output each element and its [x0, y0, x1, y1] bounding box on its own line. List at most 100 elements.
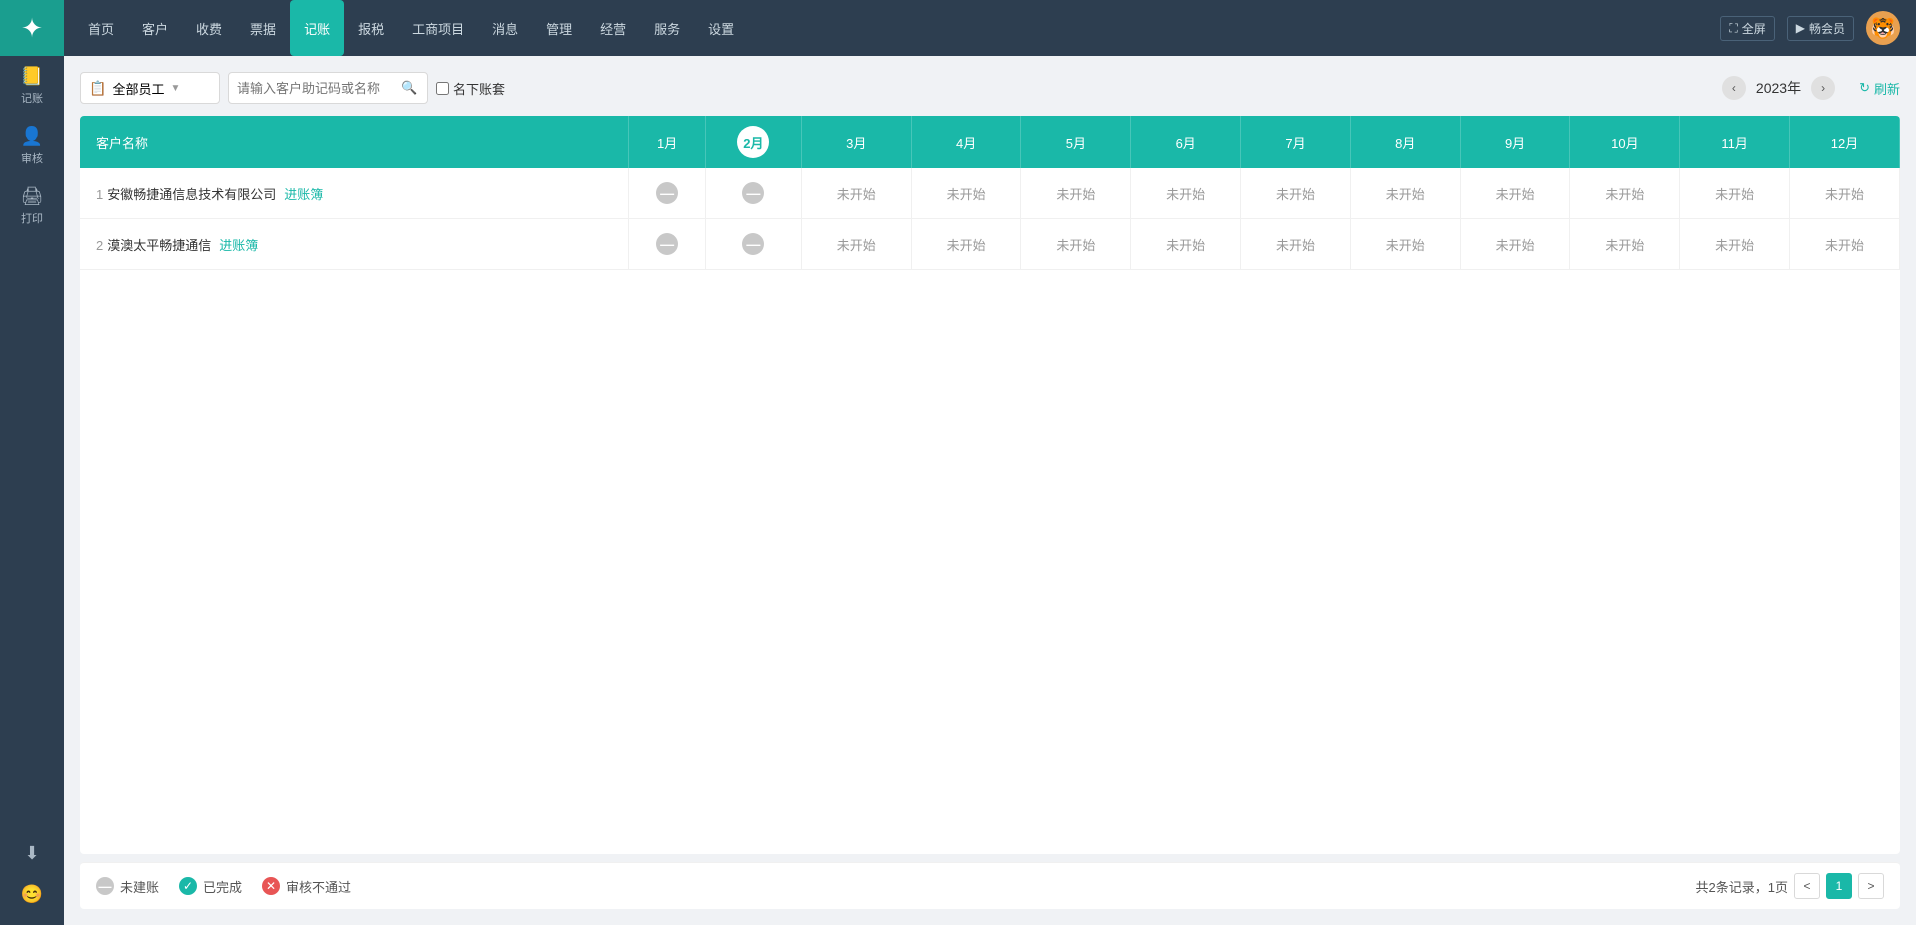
nav-tax[interactable]: 报税	[344, 0, 398, 56]
client-name: 安徽畅捷通信息技术有限公司	[107, 187, 276, 202]
status-not-started: 未开始	[1605, 187, 1644, 202]
topnav-right: ⛶ 全屏 ▶ 畅会员 🐯	[1720, 11, 1916, 45]
search-input[interactable]	[237, 81, 397, 96]
month-cell-3: 未开始	[801, 219, 911, 270]
month-cell-3: 未开始	[801, 168, 911, 219]
refresh-icon: ↻	[1859, 80, 1870, 96]
month-cell-7: 未开始	[1241, 219, 1351, 270]
month-cell-6: 未开始	[1131, 219, 1241, 270]
nav-manage[interactable]: 管理	[532, 0, 586, 56]
table-body: 1安徽畅捷通信息技术有限公司进账簿——未开始未开始未开始未开始未开始未开始未开始…	[80, 168, 1900, 270]
header-month-7: 7月	[1241, 116, 1351, 168]
not-started-icon: —	[96, 877, 114, 895]
status-not-started: 未开始	[1496, 238, 1535, 253]
client-number: 1	[96, 187, 103, 202]
month-cell-11: 未开始	[1680, 168, 1790, 219]
accounts-table: 客户名称 1月 2月 3月 4月 5月 6月 7月 8月 9月 10月 11月	[80, 116, 1900, 270]
month-cell-8: 未开始	[1350, 219, 1460, 270]
checkbox-my-accounts[interactable]: 名下账套	[436, 79, 505, 98]
enter-ledger-link[interactable]: 进账簿	[219, 238, 258, 253]
table-row: 1安徽畅捷通信息技术有限公司进账簿——未开始未开始未开始未开始未开始未开始未开始…	[80, 168, 1900, 219]
sidebar-item-bookkeeping[interactable]: 📒 记账	[0, 56, 64, 116]
next-year-button[interactable]: ›	[1811, 76, 1835, 100]
status-not-started: 未开始	[1276, 187, 1315, 202]
download-icon: ⬇	[24, 843, 39, 864]
sidebar-item-audit[interactable]: 👤 审核	[0, 116, 64, 176]
legend-rejected: ✕ 审核不通过	[262, 877, 351, 896]
month-cell-1: —	[629, 168, 705, 219]
pagination-info: 共2条记录，1页	[1696, 877, 1788, 896]
status-not-started: 未开始	[947, 187, 986, 202]
month-cell-10: 未开始	[1570, 168, 1680, 219]
legend-not-started: — 未建账	[96, 877, 159, 896]
month-cell-2: —	[705, 168, 801, 219]
search-icon[interactable]: 🔍	[401, 80, 417, 96]
prev-page-button[interactable]: <	[1794, 873, 1820, 899]
month-cell-8: 未开始	[1350, 168, 1460, 219]
client-name-cell: 2 漠澳太平畅捷通信进账簿	[80, 219, 629, 270]
nav-invoice[interactable]: 票据	[236, 0, 290, 56]
month-cell-11: 未开始	[1680, 219, 1790, 270]
bookkeeping-icon: 📒	[21, 66, 43, 87]
sidebar-item-download[interactable]: ⬇	[0, 833, 64, 874]
print-icon: 🖨	[21, 186, 44, 207]
sidebar-item-user[interactable]: 😊	[0, 874, 64, 915]
header-month-11: 11月	[1680, 116, 1790, 168]
month-cell-12: 未开始	[1790, 219, 1900, 270]
month-cell-4: 未开始	[911, 219, 1021, 270]
year-label: 2023年	[1756, 78, 1801, 98]
table-header-row: 客户名称 1月 2月 3月 4月 5月 6月 7月 8月 9月 10月 11月	[80, 116, 1900, 168]
nav-operation[interactable]: 经营	[586, 0, 640, 56]
month-cell-10: 未开始	[1570, 219, 1680, 270]
employee-select-icon: 📋	[89, 80, 106, 97]
next-page-button[interactable]: >	[1858, 873, 1884, 899]
status-not-started: 未开始	[1166, 187, 1205, 202]
nav-client[interactable]: 客户	[128, 0, 182, 56]
checkbox-input[interactable]	[436, 82, 449, 95]
nav-bookkeeping[interactable]: 记账	[290, 0, 344, 56]
fullscreen-button[interactable]: ⛶ 全屏	[1720, 16, 1774, 41]
enter-ledger-link[interactable]: 进账簿	[284, 187, 323, 202]
client-number: 2	[96, 238, 103, 253]
search-wrapper: 🔍	[228, 72, 428, 104]
employee-label: 全部员工	[112, 79, 164, 98]
refresh-button[interactable]: ↻ 刷新	[1859, 79, 1900, 98]
status-dash-icon: —	[742, 233, 764, 255]
status-not-started: 未开始	[837, 238, 876, 253]
prev-year-button[interactable]: ‹	[1722, 76, 1746, 100]
footer: — 未建账 ✓ 已完成 ✕ 审核不通过 共2条记录，1页 < 1 >	[80, 862, 1900, 909]
month-cell-4: 未开始	[911, 168, 1021, 219]
header-month-12: 12月	[1790, 116, 1900, 168]
year-navigation: ‹ 2023年 ›	[1722, 76, 1835, 100]
current-month-circle: 2月	[737, 126, 769, 158]
sidebar-item-label: 审核	[21, 150, 43, 166]
status-not-started: 未开始	[1386, 187, 1425, 202]
table-row: 2漠澳太平畅捷通信进账簿——未开始未开始未开始未开始未开始未开始未开始未开始未开…	[80, 219, 1900, 270]
header-month-5: 5月	[1021, 116, 1131, 168]
legend-completed: ✓ 已完成	[179, 877, 242, 896]
content-area: 📋 全部员工 全部员工 ▼ 🔍 名下账套 ‹ 2023年 ›	[64, 56, 1916, 925]
toolbar: 📋 全部员工 全部员工 ▼ 🔍 名下账套 ‹ 2023年 ›	[80, 72, 1900, 104]
employee-select-wrapper[interactable]: 📋 全部员工 全部员工 ▼	[80, 72, 220, 104]
nav-fee[interactable]: 收费	[182, 0, 236, 56]
legend-not-started-label: 未建账	[120, 877, 159, 896]
client-name: 漠澳太平畅捷通信	[107, 238, 211, 253]
header-month-8: 8月	[1350, 116, 1460, 168]
header-month-9: 9月	[1460, 116, 1570, 168]
app-logo: ✦	[0, 0, 64, 56]
status-not-started: 未开始	[1276, 238, 1315, 253]
nav-settings[interactable]: 设置	[694, 0, 748, 56]
avatar[interactable]: 🐯	[1866, 11, 1900, 45]
nav-message[interactable]: 消息	[478, 0, 532, 56]
vip-button[interactable]: ▶ 畅会员	[1787, 16, 1854, 41]
status-dash-icon: —	[656, 182, 678, 204]
header-month-6: 6月	[1131, 116, 1241, 168]
nav-service[interactable]: 服务	[640, 0, 694, 56]
header-month-1: 1月	[629, 116, 705, 168]
sidebar-item-print[interactable]: 🖨 打印	[0, 176, 64, 236]
status-not-started: 未开始	[1825, 187, 1864, 202]
nav-home[interactable]: 首页	[74, 0, 128, 56]
month-cell-1: —	[629, 219, 705, 270]
current-page-button[interactable]: 1	[1826, 873, 1852, 899]
nav-business[interactable]: 工商项目	[398, 0, 478, 56]
